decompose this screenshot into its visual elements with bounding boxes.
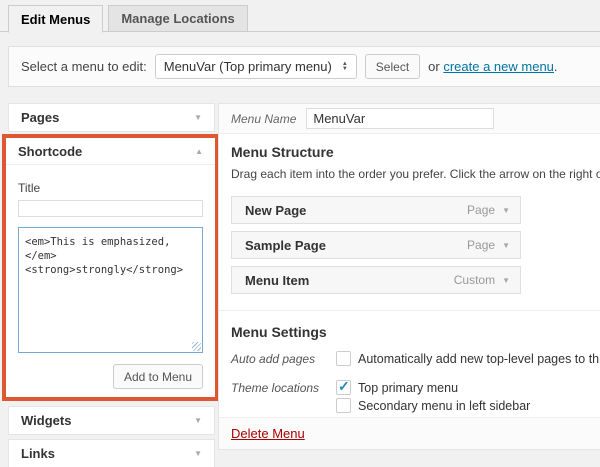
chevron-down-icon: ▼ — [194, 113, 202, 122]
auto-add-pages-row: Auto add pages Automatically add new top… — [231, 351, 600, 369]
menu-editor-panel: Menu Name Menu Structure Drag each item … — [218, 103, 600, 450]
pages-panel-label: Pages — [21, 110, 60, 125]
accordion-sidebar: Pages ▼ Shortcode ▲ Title <em>This is em… — [2, 103, 219, 467]
chevron-up-icon: ▲ — [195, 146, 203, 156]
menu-item-type: Page ▼ — [467, 203, 510, 217]
auto-add-pages-option[interactable]: Automatically add new top-level pages to… — [336, 351, 600, 366]
checkbox-unchecked[interactable] — [336, 398, 351, 413]
select-button[interactable]: Select — [364, 54, 421, 79]
chevron-down-icon[interactable]: ▼ — [502, 276, 510, 285]
menu-item-type-label: Custom — [453, 273, 496, 287]
menu-item-type-label: Page — [467, 238, 496, 252]
create-new-menu-link[interactable]: create a new menu — [443, 59, 554, 74]
menu-item-row[interactable]: Menu Item Custom ▼ — [231, 266, 521, 294]
shortcode-textarea[interactable]: <em>This is emphasized,</em> <strong>str… — [18, 227, 203, 353]
theme-locations-row: Theme locations Top primary menu Seconda… — [231, 378, 600, 416]
theme-locations-options: Top primary menu Secondary menu in left … — [336, 378, 530, 416]
nav-tabs: Edit Menus Manage Locations — [8, 5, 248, 33]
delete-menu-link[interactable]: Delete Menu — [231, 426, 305, 441]
secondary-menu-option[interactable]: Secondary menu in left sidebar — [336, 398, 530, 413]
chevron-down-icon[interactable]: ▼ — [502, 206, 510, 215]
pages-panel: Pages ▼ — [8, 103, 215, 132]
title-input[interactable] — [18, 199, 203, 217]
menu-name-label: Menu Name — [231, 111, 297, 126]
links-panel-header[interactable]: Links ▼ — [9, 440, 214, 467]
top-primary-menu-option[interactable]: Top primary menu — [336, 378, 530, 395]
shortcode-panel-label: Shortcode — [18, 143, 83, 159]
menu-name-input[interactable] — [306, 108, 495, 129]
theme-locations-label: Theme locations — [231, 381, 320, 395]
widgets-panel-header[interactable]: Widgets ▼ — [9, 407, 214, 434]
auto-add-pages-label: Auto add pages — [231, 352, 316, 366]
tab-edit-menus[interactable]: Edit Menus — [8, 5, 104, 33]
menu-item-row[interactable]: New Page Page ▼ — [231, 196, 521, 224]
menu-item-title: Sample Page — [245, 237, 326, 253]
secondary-menu-label: Secondary menu in left sidebar — [358, 398, 531, 413]
resize-grip-icon[interactable] — [192, 342, 201, 351]
shortcode-panel: Shortcode ▲ Title <em>This is emphasized… — [6, 138, 215, 397]
menu-item-type: Page ▼ — [467, 238, 510, 252]
menu-select-dropdown[interactable]: MenuVar (Top primary menu) ▲ ▼ — [154, 54, 357, 79]
menu-item-type: Custom ▼ — [454, 273, 510, 287]
shortcode-textarea-wrap: <em>This is emphasized,</em> <strong>str… — [18, 227, 203, 353]
menu-item-title: Menu Item — [245, 272, 310, 288]
select-updown-icon: ▲ ▼ — [341, 60, 348, 72]
menu-select-label: Select a menu to edit: — [21, 59, 147, 74]
shortcode-panel-header[interactable]: Shortcode ▲ — [6, 138, 215, 165]
checkbox-unchecked[interactable] — [336, 351, 351, 366]
tab-manage-locations[interactable]: Manage Locations — [108, 5, 248, 32]
menu-settings-heading: Menu Settings — [231, 324, 327, 340]
links-panel-label: Links — [21, 446, 55, 461]
widgets-panel: Widgets ▼ — [8, 406, 215, 435]
menu-item-row[interactable]: Sample Page Page ▼ — [231, 231, 521, 259]
menu-editor-footer: Delete Menu — [219, 417, 600, 449]
menu-name-header: Menu Name — [219, 104, 600, 134]
top-primary-menu-label: Top primary menu — [358, 380, 459, 395]
menu-item-title: New Page — [245, 202, 307, 218]
or-create-text: or create a new menu. — [428, 59, 557, 74]
menu-settings-section: Menu Settings Auto add pages Automatical… — [231, 324, 600, 416]
widgets-panel-label: Widgets — [21, 413, 72, 428]
period: . — [553, 59, 558, 74]
add-to-menu-button[interactable]: Add to Menu — [112, 364, 203, 389]
menu-items-list: New Page Page ▼ Sample Page Page ▼ Menu … — [231, 196, 600, 294]
auto-add-pages-option-label: Automatically add new top-level pages to… — [358, 351, 600, 366]
title-label: Title — [18, 181, 41, 195]
menu-item-type-label: Page — [467, 203, 496, 217]
links-panel: Links ▼ — [8, 439, 215, 467]
selected-menu-value: MenuVar (Top primary menu) — [163, 59, 332, 74]
menu-select-bar: Select a menu to edit: MenuVar (Top prim… — [8, 46, 600, 87]
menu-structure-heading: Menu Structure — [231, 144, 334, 160]
chevron-down-icon: ▼ — [194, 416, 202, 425]
pages-panel-header[interactable]: Pages ▼ — [9, 104, 214, 131]
chevron-down-icon: ▼ — [194, 449, 202, 458]
section-divider — [219, 310, 600, 311]
menu-editor-body: Menu Structure Drag each item into the o… — [219, 134, 600, 426]
menu-structure-help: Drag each item into the order you prefer… — [231, 167, 600, 181]
shortcode-panel-body: Title <em>This is emphasized,</em> <stro… — [6, 165, 215, 397]
or-text: or — [428, 59, 440, 74]
chevron-down-icon[interactable]: ▼ — [502, 241, 510, 250]
checkbox-checked[interactable] — [336, 378, 351, 395]
shortcode-highlight-box: Shortcode ▲ Title <em>This is emphasized… — [2, 134, 219, 401]
